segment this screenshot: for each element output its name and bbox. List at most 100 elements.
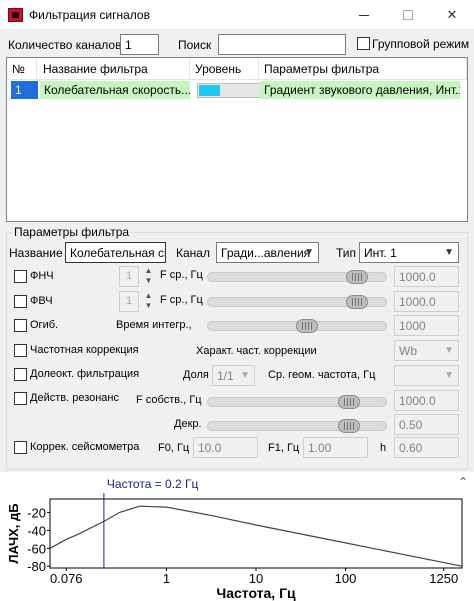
envelope-checkbox[interactable] [14,319,27,332]
column-header-name[interactable]: Название фильтра [38,58,190,80]
x-axis-label: Частота, Гц [216,585,296,601]
resonance-label: Действ. резонанс [30,392,120,404]
channel-select-value: Гради...авления [221,246,311,260]
row-name-cell[interactable]: Колебательная скорость... [40,81,190,99]
chart-svg[interactable]: -20 -40 -60 -80 0.076 1 10 100 1250 Частота = 0.2… [0,472,474,601]
octave-filter-checkbox[interactable] [14,368,27,381]
correction-char-select[interactable]: Wb ▼ [394,340,459,361]
correction-char-value: Wb [399,344,417,358]
column-header-params[interactable]: Параметры фильтра [259,58,467,80]
filter-name-input[interactable]: Колебательная ск [65,242,166,263]
channel-label: Канал [176,246,210,260]
x-tick-label: 10 [249,571,263,586]
app-icon [8,8,23,22]
row-level-fill [199,85,220,96]
seismometer-label: Коррек. сейсмометра [30,441,140,453]
x-tick-label: 0.076 [50,571,83,586]
hpf-order-stepper[interactable]: ▲ ▼ [143,291,154,312]
freq-correction-label: Частотная коррекция [30,344,139,356]
channels-count-input[interactable]: 1 [120,34,159,55]
f0-input[interactable]: 10.0 [193,437,258,458]
y-tick-label: -20 [27,505,46,520]
x-tick-label: 1 [163,571,170,586]
group-mode-label: Групповой режим [372,37,470,51]
y-tick-label: -40 [27,523,46,538]
y-tick-label: -80 [27,559,46,574]
octave-filter-label: Долеокт. фильтрация [30,368,140,380]
freq-correction-checkbox[interactable] [14,344,27,357]
f1-input[interactable]: 1.00 [303,437,368,458]
channels-label: Количество каналов [8,38,122,52]
filter-params-title: Параметры фильтра [12,225,132,239]
close-icon: ✕ [446,7,458,22]
lpf-label: ФНЧ [30,270,54,282]
hpf-slider-thumb[interactable] [346,295,368,309]
type-select[interactable]: Инт. 1 ▼ [359,242,459,263]
lpf-order-input[interactable]: 1 [119,266,139,287]
y-axis-label: ЛАЧХ, дБ [6,503,21,563]
type-label: Тип [336,246,357,260]
minimize-icon [359,14,369,16]
natural-freq-slider-thumb[interactable] [338,395,360,409]
y-tick-label: -60 [27,541,46,556]
row-level-bar [197,83,262,98]
type-select-value: Инт. 1 [364,246,397,260]
geo-freq-label: Ср. геом. частота, Гц [268,369,376,381]
maximize-icon [403,10,413,20]
hpf-order-input[interactable]: 1 [119,291,139,312]
column-header-level[interactable]: Уровень [190,58,259,80]
window-title: Фильтрация сигналов [29,8,150,22]
integration-slider-thumb[interactable] [296,319,318,333]
lpf-order-stepper[interactable]: ▲ ▼ [143,266,154,287]
lpf-freq-input[interactable]: 1000.0 [394,266,459,287]
chevron-down-icon: ▼ [444,345,454,356]
geo-freq-select[interactable]: ▼ [394,365,459,386]
integration-time-input[interactable]: 1000 [394,315,459,336]
octave-share-select[interactable]: 1/1 ▼ [212,365,255,386]
row-params-cell[interactable]: Градиент звукового давления, Инт.1 [260,81,460,99]
lpf-slider-thumb[interactable] [346,270,368,284]
chevron-down-icon: ▼ [444,370,454,381]
correction-char-label: Характ. част. коррекции [196,345,317,357]
hpf-label: ФВЧ [30,295,53,307]
maximize-button[interactable] [386,0,430,30]
hpf-freq-label: F ср., Гц [160,294,203,306]
name-label: Название [9,246,63,260]
channel-select[interactable]: Гради...авления ▼ [216,242,319,263]
decrement-label: Декр. [174,418,202,430]
plot-area [49,498,463,569]
integration-time-label: Время интегр., [116,319,192,331]
seismometer-checkbox[interactable] [14,441,27,454]
f0-label: F0, Гц [158,442,190,454]
decrement-slider[interactable] [207,421,387,431]
natural-freq-input[interactable]: 1000.0 [394,390,459,411]
minimize-button[interactable] [342,0,386,30]
frequency-response-chart[interactable]: -20 -40 -60 -80 0.076 1 10 100 1250 Частота = 0.2… [0,472,474,601]
octave-share-value: 1/1 [217,369,234,383]
chevron-down-icon: ▼ [304,247,314,258]
row-number-cell[interactable]: 1 [11,81,38,99]
natural-freq-slider[interactable] [207,397,387,407]
hpf-freq-input[interactable]: 1000.0 [394,291,459,312]
lpf-checkbox[interactable] [14,270,27,283]
lpf-freq-label: F ср., Гц [160,269,203,281]
cursor-annotation: Частота = 0.2 Гц [107,477,199,491]
collapse-icon: ⌃ [458,475,468,489]
resonance-checkbox[interactable] [14,392,27,405]
filters-table[interactable]: № Название фильтра Уровень Параметры фил… [6,57,468,222]
column-header-number[interactable]: № [7,58,37,80]
h-input[interactable]: 0.60 [394,437,459,458]
envelope-label: Огиб. [30,319,59,331]
decrement-slider-thumb[interactable] [338,419,360,433]
chevron-down-icon: ▼ [240,370,250,381]
close-button[interactable]: ✕ [430,0,474,30]
f1-label: F1, Гц [268,442,300,454]
hpf-checkbox[interactable] [14,295,27,308]
title-bar: Фильтрация сигналов ✕ [0,0,474,30]
x-tick-label: 1250 [429,571,458,586]
x-tick-label: 100 [335,571,357,586]
group-mode-checkbox[interactable] [357,37,370,50]
search-input[interactable] [218,34,346,55]
search-label: Поиск [178,38,212,52]
decrement-input[interactable]: 0.50 [394,414,459,435]
